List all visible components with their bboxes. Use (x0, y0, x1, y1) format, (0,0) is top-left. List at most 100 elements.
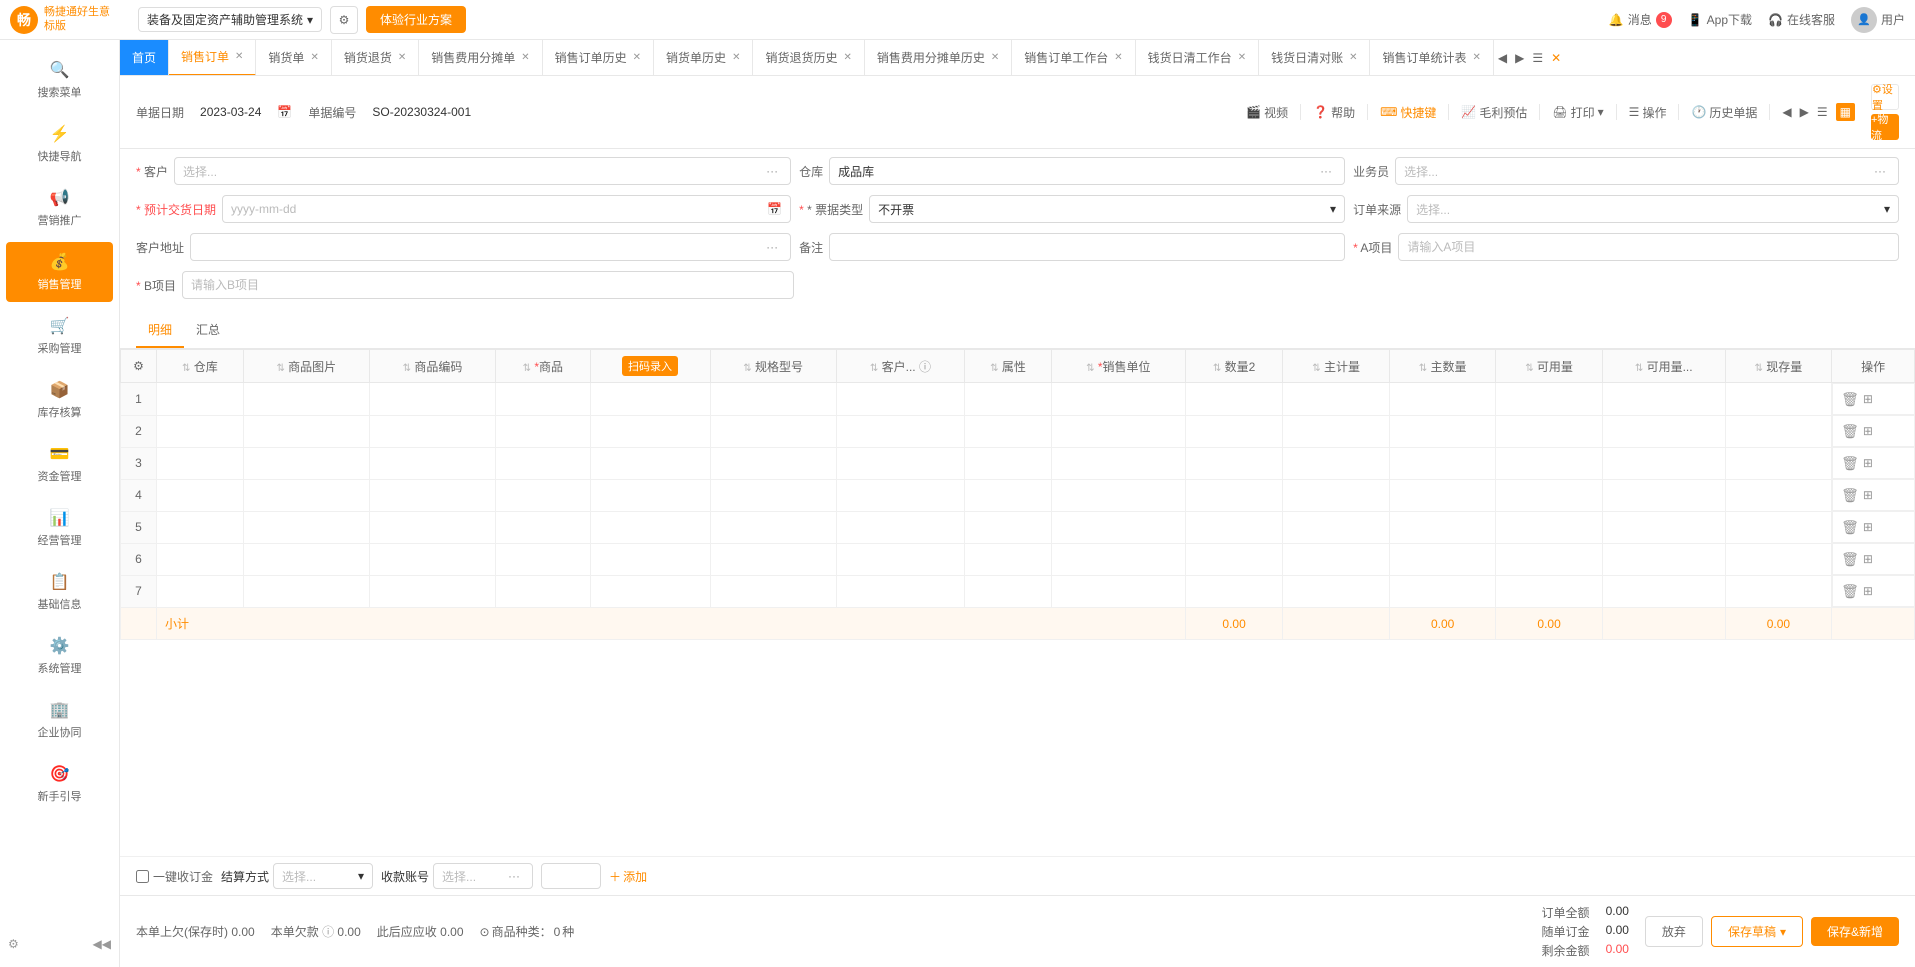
right-settings-button[interactable]: ⚙设置 (1871, 84, 1899, 110)
remarks-input[interactable] (829, 233, 1345, 261)
delete-row-icon[interactable]: 🗑 (1841, 391, 1859, 408)
shortcut-button[interactable]: ⌨ 快捷键 (1380, 104, 1436, 121)
right-add-button[interactable]: +物流 (1871, 114, 1899, 140)
sidebar-item-guide[interactable]: 🎯 新手引导 (6, 754, 113, 814)
more-icon[interactable]: ··· (762, 164, 782, 178)
cell-actions[interactable]: 🗑 ⊞ (1832, 447, 1914, 479)
customer-addr-input[interactable]: ··· (190, 233, 791, 261)
copy-row-icon[interactable]: ⊞ (1863, 552, 1873, 566)
system-selector[interactable]: 装备及固定资产辅助管理系统 ▾ (138, 7, 322, 32)
cell-actions[interactable]: 🗑 ⊞ (1832, 575, 1914, 607)
card-view-icon[interactable]: ▦ (1836, 103, 1855, 121)
tab-summary[interactable]: 汇总 (184, 313, 232, 348)
scan-button[interactable]: 扫码录入 (622, 356, 678, 376)
th-scan[interactable]: 扫码录入 (590, 350, 710, 383)
tab-close-icon[interactable]: ✕ (398, 52, 406, 63)
calendar-icon[interactable]: 📅 (277, 105, 292, 119)
cell-customer-code[interactable] (836, 383, 964, 416)
sidebar-item-inventory[interactable]: 📦 库存核算 (6, 370, 113, 430)
tab-prev-nav[interactable]: ◀ (1494, 51, 1511, 65)
more-icon[interactable]: ··· (1316, 164, 1336, 178)
tab-close-icon[interactable]: ✕ (1473, 52, 1481, 63)
th-settings[interactable]: ⚙ (121, 350, 157, 383)
copy-row-icon[interactable]: ⊞ (1863, 520, 1873, 534)
payment-method-select[interactable]: 选择... ▾ (273, 863, 373, 889)
cell-product[interactable] (496, 383, 590, 416)
delivery-date-input[interactable]: yyyy-mm-dd 📅 (222, 195, 791, 223)
tab-sales-slip-history[interactable]: 销货单历史 ✕ (654, 40, 753, 76)
tab-daily-workbench[interactable]: 钱货日清工作台 ✕ (1136, 40, 1259, 76)
tab-next-nav[interactable]: ▶ (1511, 51, 1528, 65)
prev-record-icon[interactable]: ◀ (1782, 105, 1791, 119)
customer-select[interactable]: 选择... ··· (174, 157, 791, 185)
tab-sales-order-history[interactable]: 销售订单历史 ✕ (543, 40, 654, 76)
copy-row-icon[interactable]: ⊞ (1863, 392, 1873, 406)
more-icon[interactable]: ··· (504, 869, 524, 883)
tab-close-all-icon[interactable]: ✕ (1547, 51, 1565, 65)
sidebar-item-operations[interactable]: 📊 经营管理 (6, 498, 113, 558)
tab-sales-workbench[interactable]: 销售订单工作台 ✕ (1012, 40, 1135, 76)
copy-row-icon[interactable]: ⊞ (1863, 424, 1873, 438)
user-menu[interactable]: 👤 用户 (1851, 7, 1905, 33)
delete-row-icon[interactable]: 🗑 (1841, 423, 1859, 440)
copy-row-icon[interactable]: ⊞ (1863, 488, 1873, 502)
online-service-button[interactable]: 🎧 在线客服 (1768, 11, 1835, 28)
cell-attributes[interactable] (965, 383, 1052, 416)
tab-close-icon[interactable]: ✕ (235, 51, 243, 62)
invoice-select[interactable]: 不开票 ▾ (869, 195, 1345, 223)
sidebar-item-search[interactable]: 🔍 搜索菜单 (6, 50, 113, 110)
sidebar-item-purchase[interactable]: 🛒 采购管理 (6, 306, 113, 366)
project-b-input[interactable]: 请输入B项目 (182, 271, 794, 299)
receipt-no-select[interactable]: 选择... ··· (433, 863, 533, 889)
delete-row-icon[interactable]: 🗑 (1841, 519, 1859, 536)
cell-actions[interactable]: 🗑 ⊞ (1832, 383, 1914, 415)
cell-main-unit[interactable] (1283, 383, 1389, 416)
cell-actions[interactable]: 🗑 ⊞ (1832, 511, 1914, 543)
profit-button[interactable]: 📈 毛利预估 (1461, 104, 1527, 121)
circle-icon[interactable]: ⊙ (480, 925, 490, 939)
history-button[interactable]: 🕐 历史单据 (1691, 104, 1757, 121)
cell-actions[interactable]: 🗑 ⊞ (1832, 479, 1914, 511)
tab-sales-return[interactable]: 销货退货 ✕ (332, 40, 419, 76)
operations-button[interactable]: ☰ 操作 (1629, 104, 1667, 121)
sidebar-item-enterprise[interactable]: 🏢 企业协同 (6, 690, 113, 750)
copy-row-icon[interactable]: ⊞ (1863, 456, 1873, 470)
more-icon[interactable]: ··· (1870, 164, 1890, 178)
list-view-icon[interactable]: ☰ (1817, 105, 1828, 119)
tab-close-icon[interactable]: ✕ (633, 52, 641, 63)
add-payment-button[interactable]: ＋ 添加 (609, 868, 647, 885)
cell-product-img[interactable] (243, 383, 369, 416)
tab-sales-expense-split[interactable]: 销售费用分摊单 ✕ (419, 40, 542, 76)
staff-select[interactable]: 选择... ··· (1395, 157, 1899, 185)
cell-product-code[interactable] (369, 383, 495, 416)
sidebar-collapse-icon[interactable]: ◀◀ (93, 937, 111, 951)
cell-warehouse[interactable] (157, 383, 244, 416)
one-click-checkbox[interactable]: 一键收订金 (136, 868, 213, 885)
one-click-input[interactable] (136, 870, 149, 883)
help-icon-small[interactable]: ⓘ (322, 925, 334, 939)
tab-close-icon[interactable]: ✕ (1114, 52, 1122, 63)
app-download-button[interactable]: 📱 App下载 (1688, 11, 1752, 28)
cell-available[interactable] (1496, 383, 1602, 416)
tab-close-icon[interactable]: ✕ (1238, 52, 1246, 63)
tab-daily-reconcile[interactable]: 钱货日清对账 ✕ (1259, 40, 1370, 76)
cell-qty2[interactable] (1185, 383, 1283, 416)
warehouse-select[interactable]: 成品库 ··· (829, 157, 1345, 185)
discard-button[interactable]: 放弃 (1645, 916, 1703, 947)
tab-sales-slip[interactable]: 销货单 ✕ (256, 40, 331, 76)
tab-detail[interactable]: 明细 (136, 313, 184, 348)
cell-scan[interactable] (590, 383, 710, 416)
tab-close-icon[interactable]: ✕ (521, 52, 529, 63)
sidebar-item-system[interactable]: ⚙️ 系统管理 (6, 626, 113, 686)
more-icon[interactable]: ··· (762, 240, 782, 254)
project-a-input[interactable]: 请输入A项目 (1398, 233, 1899, 261)
tab-sales-order[interactable]: 销售订单 ✕ (169, 40, 256, 76)
view-button[interactable]: 🎬 视频 (1246, 104, 1288, 121)
tab-close-icon[interactable]: ✕ (1349, 52, 1357, 63)
save-new-button[interactable]: 保存&新增 (1811, 917, 1899, 946)
print-button[interactable]: 🖨 打印 ▾ (1552, 104, 1603, 121)
calendar-icon[interactable]: 📅 (767, 202, 782, 216)
delete-row-icon[interactable]: 🗑 (1841, 455, 1859, 472)
cell-actions[interactable]: 🗑 ⊞ (1832, 415, 1914, 447)
cell-available2[interactable] (1602, 383, 1725, 416)
